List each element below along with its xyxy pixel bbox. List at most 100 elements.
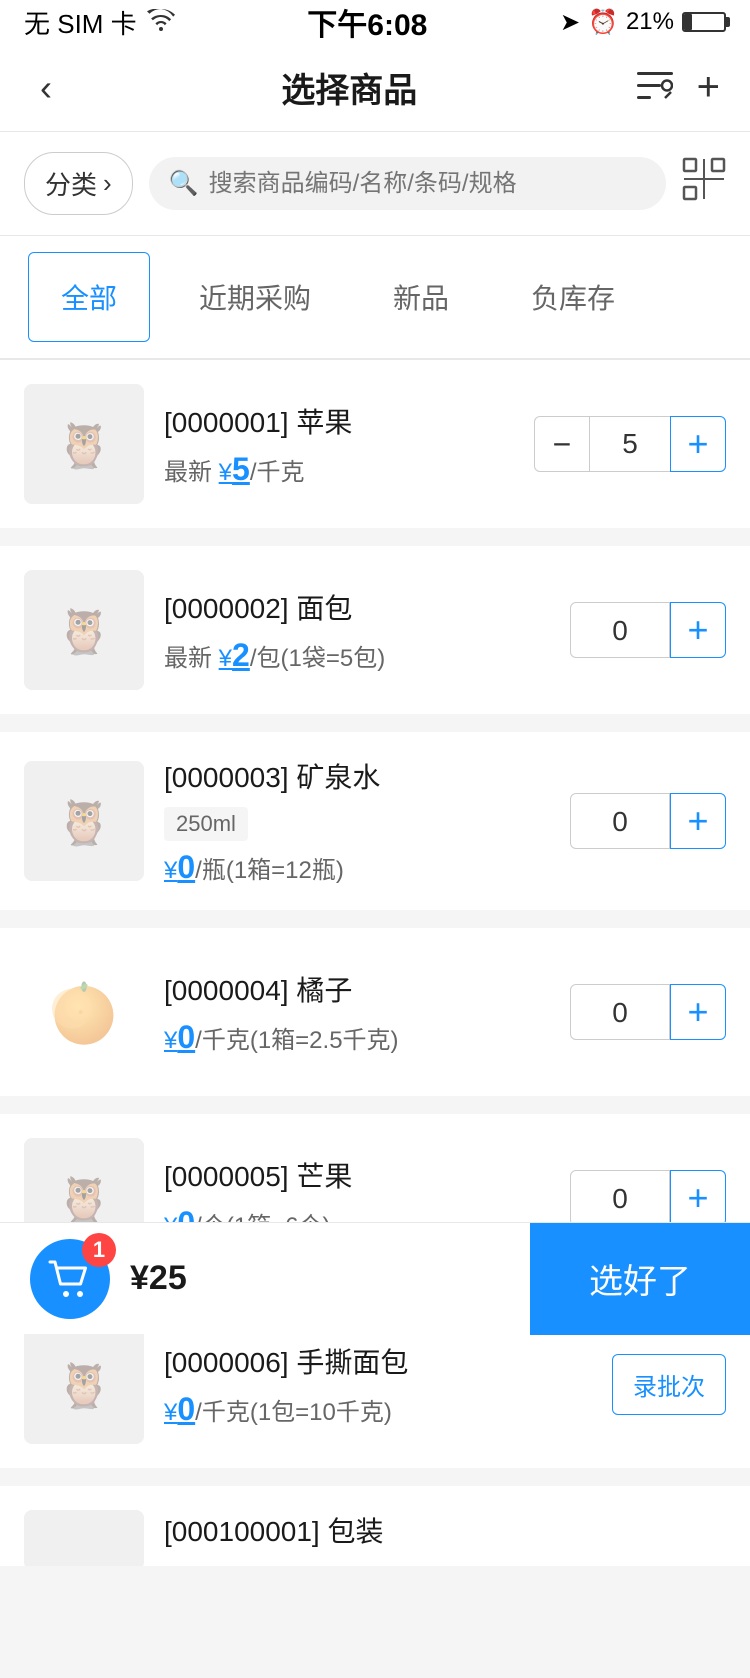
- nav-actions: +: [637, 65, 720, 110]
- qty-input-0000001[interactable]: [590, 416, 670, 472]
- price-value: 0: [177, 1391, 195, 1427]
- qty-control-0000003: 0 +: [570, 793, 726, 849]
- cart-badge: 1: [82, 1233, 116, 1267]
- product-price-0000002: 最新 ¥2/包(1袋=5包): [164, 637, 550, 674]
- product-name-0000006: [0000006] 手撕面包: [164, 1341, 592, 1381]
- nav-bar: ‹ 选择商品 +: [0, 44, 750, 132]
- qty-plus-0000005[interactable]: +: [670, 1170, 726, 1226]
- product-name-0000003: [0000003] 矿泉水: [164, 756, 550, 796]
- qty-value-0000003: 0: [570, 793, 670, 849]
- qty-control-0000004: 0 +: [570, 984, 726, 1040]
- svg-text:🦉: 🦉: [57, 798, 112, 847]
- confirm-button[interactable]: 选好了: [530, 1223, 750, 1335]
- category-chevron: ›: [103, 168, 112, 199]
- price-label: 最新: [164, 459, 212, 486]
- product-info-0000003: [0000003] 矿泉水 250ml ¥0/瓶(1箱=12瓶): [164, 756, 550, 886]
- add-button[interactable]: +: [697, 65, 720, 110]
- search-input[interactable]: [209, 170, 646, 198]
- svg-text:🦉: 🦉: [57, 1361, 112, 1410]
- cart-section: 1 ¥25: [0, 1239, 530, 1319]
- list-item-partial: [000100001] 包装: [0, 1486, 750, 1566]
- list-item: 🦉 [0000003] 矿泉水 250ml ¥0/瓶(1箱=12瓶) 0 +: [0, 732, 750, 910]
- price-unit: /千克(1箱=2.5千克): [195, 1027, 398, 1054]
- qty-control-0000001: − +: [534, 416, 726, 472]
- status-bar: 无 SIM 卡 下午6:08 ➤ ⏰ 21%: [0, 0, 750, 44]
- cart-button[interactable]: 1: [30, 1239, 110, 1319]
- status-time: 下午6:08: [307, 0, 427, 44]
- search-box: 🔍: [149, 157, 666, 210]
- alarm-icon: ⏰: [588, 8, 618, 37]
- product-price-0000006: ¥0/千克(1包=10千克): [164, 1391, 592, 1428]
- qty-minus-0000001[interactable]: −: [534, 416, 590, 472]
- qty-value-0000002: 0: [570, 602, 670, 658]
- svg-text:🦉: 🦉: [57, 421, 112, 470]
- page-title: 选择商品: [281, 63, 417, 112]
- price-yuan: ¥: [219, 459, 232, 486]
- status-left: 无 SIM 卡: [24, 4, 175, 41]
- price-value: 2: [232, 637, 250, 673]
- product-info-0000004: [0000004] 橘子 ¥0/千克(1箱=2.5千克): [164, 969, 550, 1056]
- price-unit: /瓶(1箱=12瓶): [195, 857, 344, 884]
- product-list: 🦉 [0000001] 苹果 最新 ¥5/千克 − + 🦉 [0000002] …: [0, 360, 750, 1678]
- svg-text:🦉: 🦉: [57, 607, 112, 656]
- product-name-0000001: [0000001] 苹果: [164, 401, 514, 441]
- product-image-0000003: 🦉: [24, 761, 144, 881]
- list-item: [0000004] 橘子 ¥0/千克(1箱=2.5千克) 0 +: [0, 928, 750, 1096]
- product-name-partial: [000100001] 包装: [164, 1510, 726, 1550]
- filter-icon[interactable]: [637, 67, 673, 109]
- qty-value-0000004: 0: [570, 984, 670, 1040]
- product-image-0000006: 🦉: [24, 1324, 144, 1444]
- status-right: ➤ ⏰ 21%: [560, 8, 726, 37]
- search-icon: 🔍: [169, 169, 199, 198]
- tab-bar: 全部 近期采购 新品 负库存: [0, 236, 750, 360]
- product-info-partial: [000100001] 包装: [164, 1510, 726, 1560]
- price-value: 0: [177, 849, 195, 885]
- product-price-0000003: ¥0/瓶(1箱=12瓶): [164, 849, 550, 886]
- location-icon: ➤: [560, 8, 580, 37]
- product-info-0000006: [0000006] 手撕面包 ¥0/千克(1包=10千克): [164, 1341, 592, 1428]
- battery-icon: [682, 12, 726, 32]
- tab-all[interactable]: 全部: [28, 252, 150, 342]
- qty-control-0000005: 0 +: [570, 1170, 726, 1226]
- list-item: 🦉 [0000002] 面包 最新 ¥2/包(1袋=5包) 0 +: [0, 546, 750, 714]
- price-value: 5: [232, 451, 250, 487]
- list-item: 🦉 [0000001] 苹果 最新 ¥5/千克 − +: [0, 360, 750, 528]
- product-name-0000005: [0000005] 芒果: [164, 1155, 550, 1195]
- price-unit: /包(1袋=5包): [250, 645, 385, 672]
- cart-total: ¥25: [130, 1259, 187, 1298]
- bottom-bar: 1 ¥25 选好了: [0, 1222, 750, 1334]
- qty-plus-0000004[interactable]: +: [670, 984, 726, 1040]
- wifi-icon: [147, 7, 175, 38]
- battery-percent: 21%: [626, 8, 674, 36]
- qty-plus-0000003[interactable]: +: [670, 793, 726, 849]
- qty-control-0000002: 0 +: [570, 602, 726, 658]
- product-price-0000004: ¥0/千克(1箱=2.5千克): [164, 1019, 550, 1056]
- product-name-0000004: [0000004] 橘子: [164, 969, 550, 1009]
- product-info-0000001: [0000001] 苹果 最新 ¥5/千克: [164, 401, 514, 488]
- product-price-0000001: 最新 ¥5/千克: [164, 451, 514, 488]
- product-image-0000001: 🦉: [24, 384, 144, 504]
- product-image-0000002: 🦉: [24, 570, 144, 690]
- back-button[interactable]: ‹: [30, 57, 62, 119]
- product-image-partial: [24, 1510, 144, 1566]
- svg-text:🦉: 🦉: [57, 1175, 112, 1224]
- qty-value-0000005: 0: [570, 1170, 670, 1226]
- product-spec-0000003: 250ml: [164, 807, 248, 841]
- tab-negative[interactable]: 负库存: [498, 252, 648, 342]
- carrier-label: 无 SIM 卡: [24, 4, 137, 41]
- category-button[interactable]: 分类 ›: [24, 152, 133, 215]
- category-label: 分类: [45, 165, 97, 202]
- qty-plus-0000001[interactable]: +: [670, 416, 726, 472]
- price-value: 0: [177, 1019, 195, 1055]
- qty-plus-0000002[interactable]: +: [670, 602, 726, 658]
- scan-icon[interactable]: [682, 157, 726, 210]
- price-unit: /千克(1包=10千克): [195, 1399, 392, 1426]
- product-name-0000002: [0000002] 面包: [164, 587, 550, 627]
- tab-recent[interactable]: 近期采购: [166, 252, 344, 342]
- product-image-0000004: [24, 952, 144, 1072]
- batch-button-0000006[interactable]: 录批次: [612, 1354, 726, 1415]
- price-unit: /千克: [250, 459, 305, 486]
- product-info-0000002: [0000002] 面包 最新 ¥2/包(1袋=5包): [164, 587, 550, 674]
- tab-new[interactable]: 新品: [360, 252, 482, 342]
- filter-bar: 分类 › 🔍: [0, 132, 750, 236]
